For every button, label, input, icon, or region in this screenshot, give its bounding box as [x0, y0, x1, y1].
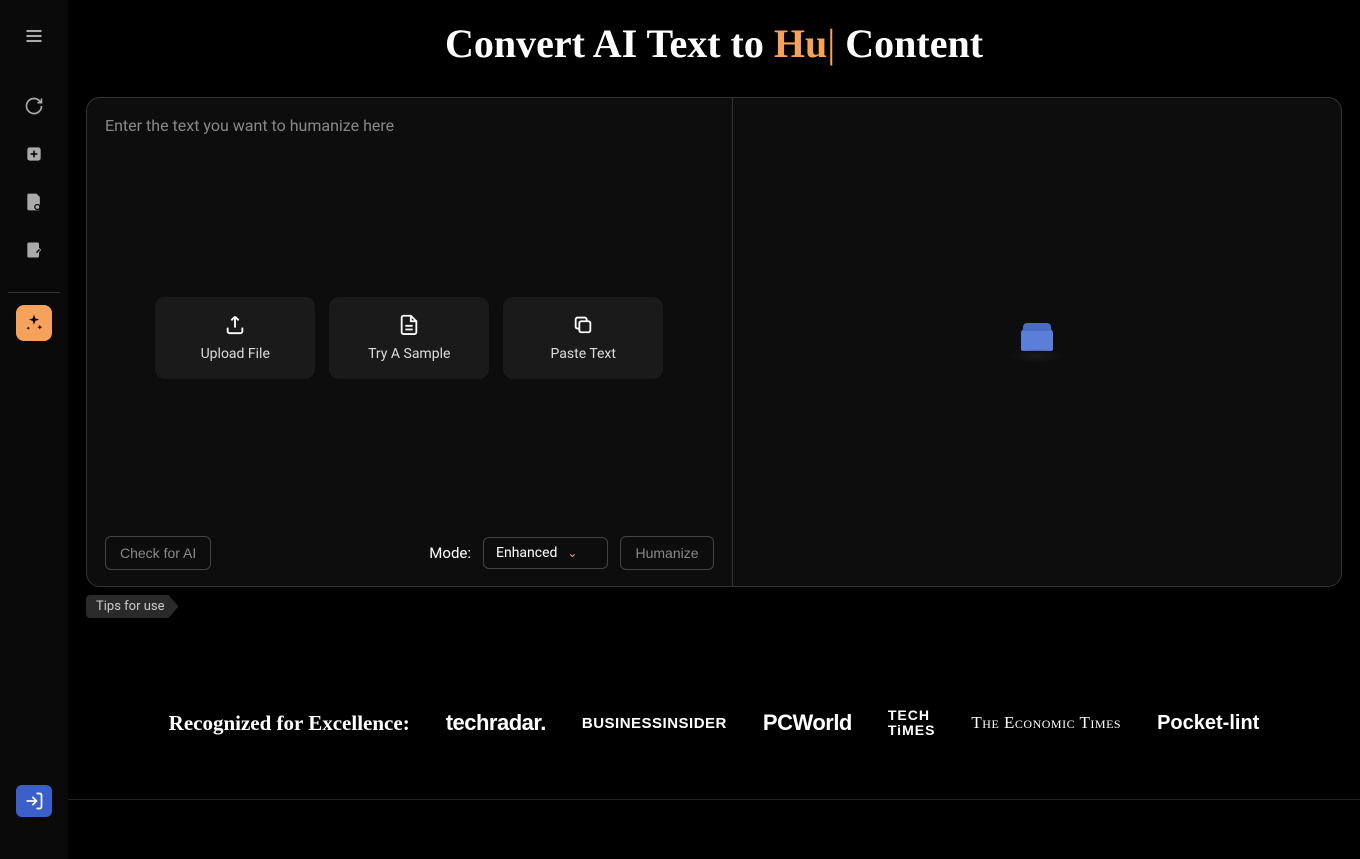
- try-sample-button[interactable]: Try A Sample: [329, 297, 489, 379]
- editor-footer: Check for AI Mode: Enhanced ⌄ Humanize: [105, 536, 714, 570]
- brand-economic-times: The Economic Times: [971, 713, 1121, 733]
- recognition-title: Recognized for Excellence:: [169, 711, 410, 736]
- humanize-input[interactable]: [105, 116, 714, 154]
- empty-inbox-icon: [1007, 321, 1067, 363]
- title-prefix: Convert AI Text to: [445, 21, 774, 66]
- brand-business-insider: BUSINESS INSIDER: [582, 716, 727, 731]
- upload-file-button[interactable]: Upload File: [155, 297, 315, 379]
- editor-container: Upload File Try A Sample Paste Text Chec…: [86, 97, 1342, 587]
- sample-label: Try A Sample: [368, 346, 450, 362]
- upload-icon: [224, 314, 246, 336]
- tips-for-use-button[interactable]: Tips for use: [86, 595, 179, 618]
- login-icon[interactable]: [16, 785, 52, 817]
- search-doc-icon[interactable]: [16, 184, 52, 220]
- paste-label: Paste Text: [551, 346, 616, 362]
- brand-tech-times: TECH TiMES: [888, 708, 936, 739]
- sidebar-bottom: [16, 785, 52, 829]
- sparkle-icon[interactable]: [16, 305, 52, 341]
- menu-icon[interactable]: [16, 18, 52, 54]
- title-highlight: Hu: [774, 21, 827, 66]
- editor-output-panel: [733, 98, 1342, 586]
- empty-state: [1007, 321, 1067, 363]
- paste-text-button[interactable]: Paste Text: [503, 297, 663, 379]
- tips-tag-container: Tips for use: [86, 595, 1360, 618]
- mode-select[interactable]: Enhanced ⌄: [483, 537, 608, 569]
- bottom-divider: [68, 799, 1360, 800]
- chevron-down-icon: ⌄: [567, 546, 577, 560]
- main-content: Convert AI Text to Hu| Content Upload Fi…: [68, 0, 1360, 859]
- title-suffix: Content: [835, 21, 983, 66]
- paste-icon: [572, 314, 594, 336]
- footer-right: Mode: Enhanced ⌄ Humanize: [429, 536, 713, 570]
- sidebar: [0, 0, 68, 859]
- brand-pocket-lint: Pocket-lint: [1157, 712, 1259, 735]
- mode-label: Mode:: [429, 544, 471, 562]
- mode-value: Enhanced: [496, 545, 557, 561]
- plus-icon[interactable]: [16, 136, 52, 172]
- document-icon: [398, 314, 420, 336]
- brand-pcworld: PCWorld: [763, 710, 852, 736]
- humanize-button[interactable]: Humanize: [620, 536, 713, 570]
- page-title: Convert AI Text to Hu| Content: [68, 20, 1360, 67]
- recognition-row: Recognized for Excellence: techradar. BU…: [68, 708, 1360, 739]
- edit-doc-icon[interactable]: [16, 232, 52, 268]
- brand-techradar: techradar.: [446, 710, 546, 736]
- action-cards: Upload File Try A Sample Paste Text: [155, 297, 663, 379]
- upload-label: Upload File: [201, 346, 270, 362]
- sidebar-divider: [8, 292, 60, 293]
- refresh-icon[interactable]: [16, 88, 52, 124]
- check-ai-button[interactable]: Check for AI: [105, 536, 211, 570]
- editor-input-panel: Upload File Try A Sample Paste Text Chec…: [87, 98, 733, 586]
